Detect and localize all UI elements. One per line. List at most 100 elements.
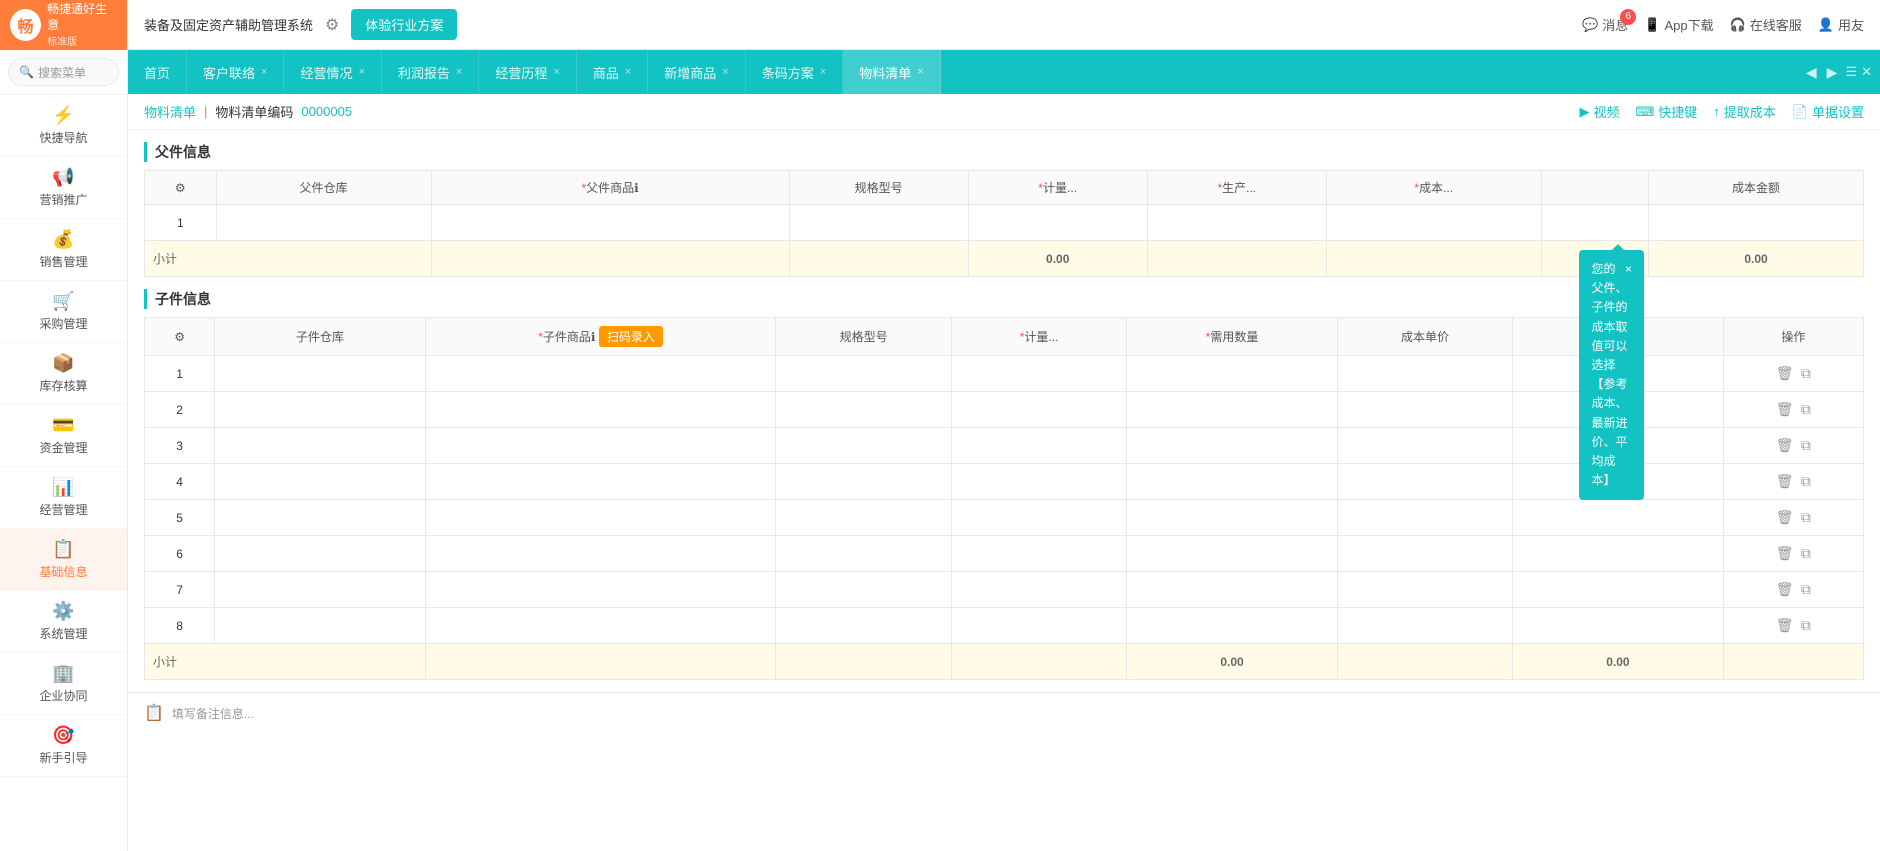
tab-customer[interactable]: 客户联络 × bbox=[187, 50, 284, 94]
child-warehouse-6[interactable] bbox=[215, 536, 425, 572]
message-button[interactable]: 💬 消息 6 bbox=[1582, 15, 1628, 34]
sidebar-item-enterprise[interactable]: 🏢 企业协同 bbox=[0, 653, 127, 715]
close-all-tabs-icon[interactable]: ✕ bbox=[1861, 64, 1872, 80]
child-unit-7[interactable] bbox=[951, 572, 1126, 608]
child-product-4[interactable] bbox=[425, 464, 776, 500]
sidebar-item-inventory[interactable]: 📦 库存核算 bbox=[0, 343, 127, 405]
child-unit-8[interactable] bbox=[951, 608, 1126, 644]
close-bom-tab[interactable]: × bbox=[917, 66, 923, 78]
child-delete-7[interactable]: 🗑 bbox=[1776, 581, 1794, 597]
close-products-tab[interactable]: × bbox=[625, 66, 631, 78]
child-copy-5[interactable]: ⧉ bbox=[1801, 509, 1811, 525]
child-product-1[interactable] bbox=[425, 356, 776, 392]
child-costprice-6[interactable] bbox=[1337, 536, 1512, 572]
child-qty-7[interactable] bbox=[1127, 572, 1337, 608]
child-spec-4[interactable] bbox=[776, 464, 951, 500]
parent-unit-1[interactable] bbox=[968, 205, 1147, 241]
child-costprice-4[interactable] bbox=[1337, 464, 1512, 500]
extract-cost-button[interactable]: ↑ 提取成本 bbox=[1713, 102, 1776, 121]
sidebar-item-guide[interactable]: 🎯 新手引导 bbox=[0, 715, 127, 777]
child-copy-2[interactable]: ⧉ bbox=[1801, 401, 1811, 417]
tab-bom[interactable]: 物料清单 × bbox=[843, 50, 940, 94]
close-operations-status-tab[interactable]: × bbox=[358, 66, 364, 78]
child-qty-3[interactable] bbox=[1127, 428, 1337, 464]
child-warehouse-3[interactable] bbox=[215, 428, 425, 464]
trial-button[interactable]: 体验行业方案 bbox=[351, 9, 457, 40]
tab-barcode[interactable]: 条码方案 × bbox=[746, 50, 843, 94]
child-product-8[interactable] bbox=[425, 608, 776, 644]
tab-products[interactable]: 商品 × bbox=[577, 50, 648, 94]
child-qty-6[interactable] bbox=[1127, 536, 1337, 572]
tab-profit-report[interactable]: 利润报告 × bbox=[382, 50, 479, 94]
child-product-2[interactable] bbox=[425, 392, 776, 428]
shortcut-button[interactable]: ⌨ 快捷键 bbox=[1636, 102, 1698, 121]
child-costprice-8[interactable] bbox=[1337, 608, 1512, 644]
child-warehouse-2[interactable] bbox=[215, 392, 425, 428]
parent-product-1[interactable] bbox=[431, 205, 789, 241]
child-qty-5[interactable] bbox=[1127, 500, 1337, 536]
child-costprice-3[interactable] bbox=[1337, 428, 1512, 464]
close-barcode-tab[interactable]: × bbox=[820, 66, 826, 78]
child-col-settings[interactable]: ⚙ bbox=[145, 318, 215, 356]
child-copy-4[interactable]: ⧉ bbox=[1801, 473, 1811, 489]
child-product-6[interactable] bbox=[425, 536, 776, 572]
online-service-button[interactable]: 🎧 在线客服 bbox=[1730, 15, 1802, 34]
parent-spec-1[interactable] bbox=[789, 205, 968, 241]
parent-col-settings[interactable]: ⚙ bbox=[145, 171, 217, 205]
child-spec-5[interactable] bbox=[776, 500, 951, 536]
user-menu-button[interactable]: 👤 用友 bbox=[1818, 15, 1864, 34]
child-spec-6[interactable] bbox=[776, 536, 951, 572]
sidebar-item-operations[interactable]: 📊 经营管理 bbox=[0, 467, 127, 529]
child-copy-3[interactable]: ⧉ bbox=[1801, 437, 1811, 453]
child-delete-5[interactable]: 🗑 bbox=[1776, 509, 1794, 525]
child-unit-1[interactable] bbox=[951, 356, 1126, 392]
tab-menu-icon[interactable]: ☰ bbox=[1845, 64, 1857, 80]
child-warehouse-5[interactable] bbox=[215, 500, 425, 536]
child-unit-4[interactable] bbox=[951, 464, 1126, 500]
child-delete-1[interactable]: 🗑 bbox=[1776, 365, 1794, 381]
child-qty-1[interactable] bbox=[1127, 356, 1337, 392]
sidebar-item-system[interactable]: ⚙️ 系统管理 bbox=[0, 591, 127, 653]
tab-operation-history[interactable]: 经营历程 × bbox=[479, 50, 576, 94]
single-setting-button[interactable]: 📄 单据设置 bbox=[1792, 102, 1864, 121]
child-qty-2[interactable] bbox=[1127, 392, 1337, 428]
child-warehouse-8[interactable] bbox=[215, 608, 425, 644]
child-costprice-2[interactable] bbox=[1337, 392, 1512, 428]
search-menu-button[interactable]: 🔍 搜索菜单 bbox=[8, 58, 119, 86]
child-warehouse-1[interactable] bbox=[215, 356, 425, 392]
child-delete-8[interactable]: 🗑 bbox=[1776, 617, 1794, 633]
parent-cost-1[interactable] bbox=[1326, 205, 1541, 241]
tab-home[interactable]: 首页 bbox=[128, 50, 187, 94]
child-warehouse-4[interactable] bbox=[215, 464, 425, 500]
close-profit-tab[interactable]: × bbox=[456, 66, 462, 78]
child-costprice-5[interactable] bbox=[1337, 500, 1512, 536]
scan-input-button[interactable]: 扫码录入 bbox=[599, 326, 663, 347]
child-costprice-7[interactable] bbox=[1337, 572, 1512, 608]
app-download-button[interactable]: 📱 App下载 bbox=[1644, 15, 1713, 34]
child-qty-8[interactable] bbox=[1127, 608, 1337, 644]
close-history-tab[interactable]: × bbox=[553, 66, 559, 78]
close-customer-tab[interactable]: × bbox=[261, 66, 267, 78]
child-copy-7[interactable]: ⧉ bbox=[1801, 581, 1811, 597]
child-product-7[interactable] bbox=[425, 572, 776, 608]
tooltip-close-button[interactable]: × bbox=[1625, 260, 1632, 279]
child-costprice-1[interactable] bbox=[1337, 356, 1512, 392]
child-delete-2[interactable]: 🗑 bbox=[1776, 401, 1794, 417]
child-product-5[interactable] bbox=[425, 500, 776, 536]
sidebar-item-marketing[interactable]: 📢 营销推广 bbox=[0, 157, 127, 219]
sidebar-item-purchase[interactable]: 🛒 采购管理 bbox=[0, 281, 127, 343]
child-delete-4[interactable]: 🗑 bbox=[1776, 473, 1794, 489]
parent-production-1[interactable] bbox=[1147, 205, 1326, 241]
tab-next-arrow[interactable]: ▶ bbox=[1823, 62, 1842, 83]
sidebar-item-quick-nav[interactable]: ⚡ 快捷导航 bbox=[0, 95, 127, 157]
child-spec-1[interactable] bbox=[776, 356, 951, 392]
child-copy-1[interactable]: ⧉ bbox=[1801, 365, 1811, 381]
video-button[interactable]: ▶ 视频 bbox=[1579, 102, 1619, 121]
child-qty-4[interactable] bbox=[1127, 464, 1337, 500]
sidebar-item-sales[interactable]: 💰 销售管理 bbox=[0, 219, 127, 281]
sidebar-item-basic-info[interactable]: 📋 基础信息 bbox=[0, 529, 127, 591]
parent-warehouse-1[interactable] bbox=[216, 205, 431, 241]
child-unit-3[interactable] bbox=[951, 428, 1126, 464]
note-placeholder[interactable]: 填写备注信息... bbox=[172, 705, 254, 722]
sidebar-item-finance[interactable]: 💳 资金管理 bbox=[0, 405, 127, 467]
